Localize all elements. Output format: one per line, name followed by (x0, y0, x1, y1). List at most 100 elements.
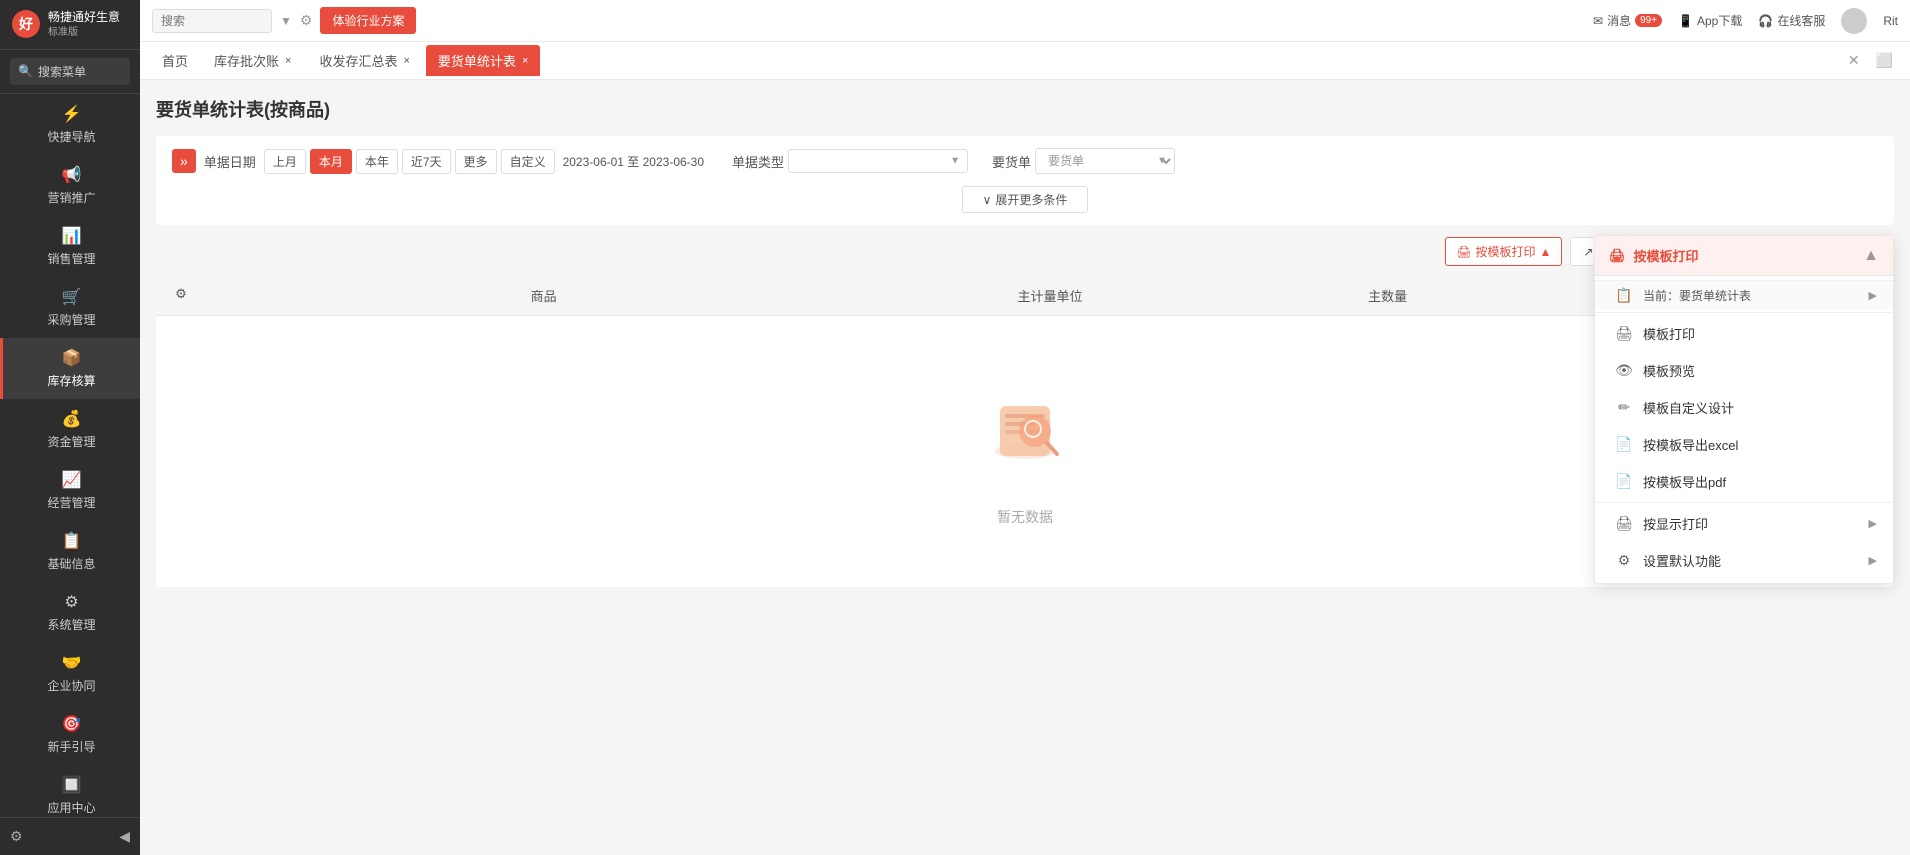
close-window-button[interactable]: ✕ (1843, 50, 1865, 71)
expand-down-icon: ∨ (983, 193, 992, 207)
corp-icon: 🤝 (62, 653, 82, 673)
service-icon: 🎧 (1758, 14, 1773, 28)
date-filter-label: 单据日期 (204, 152, 256, 171)
sidebar-item-purchase[interactable]: 🛒 采购管理 (0, 277, 140, 338)
dropdown-divider-1 (1595, 312, 1893, 313)
template-print-left: 🖨 模板打印 (1615, 324, 1695, 343)
date-btn-this-year[interactable]: 本年 (356, 149, 398, 174)
logo-icon: 好 (12, 10, 40, 38)
yaohuodan-filter-area: 要货单 要货单 (992, 148, 1175, 174)
col-unit: 主计量单位 (881, 286, 1219, 305)
search-icon: 🔍 (18, 64, 33, 78)
sidebar-item-sales[interactable]: 📊 销售管理 (0, 216, 140, 277)
empty-illustration (975, 376, 1075, 476)
sidebar-item-appstore[interactable]: 🔲 应用中心 (0, 765, 140, 817)
topbar-right: ✉ 消息 99+ 📱 App下载 🎧 在线客服 Rit (1593, 8, 1898, 34)
current-label-text: 当前：要货单统计表 (1643, 287, 1751, 304)
app-download-icon: 📱 (1678, 14, 1693, 28)
yaohuodan-select-wrapper: 要货单 (1035, 148, 1175, 174)
app-version: 标准版 (48, 26, 120, 39)
trial-industry-button[interactable]: 体验行业方案 (320, 7, 416, 34)
print-dropdown-title-area: 🖨 按模板打印 (1609, 246, 1699, 265)
quick-nav-icon: ⚡ (62, 104, 82, 124)
dropdown-template-print[interactable]: 🖨 模板打印 (1595, 315, 1893, 352)
date-btn-7days[interactable]: 近7天 (402, 149, 451, 174)
dropdown-template-export-pdf[interactable]: 📄 按模板导出pdf (1595, 463, 1893, 500)
sidebar: 好 畅捷通好生意 标准版 🔍 搜索菜单 ⚡ 快捷导航 📢 营销推广 📊 销售管理… (0, 0, 140, 855)
app-name: 畅捷通好生意 (48, 10, 120, 26)
topbar: ▼ ⚙ 体验行业方案 ✉ 消息 99+ 📱 App下载 🎧 在线客服 Rit (140, 0, 1910, 42)
sidebar-item-inventory[interactable]: 📦 库存核算 (0, 338, 140, 399)
tab-receipt-summary-label: 收发存汇总表 (319, 51, 397, 70)
template-print-icon: 🖨 (1615, 325, 1633, 342)
col-settings[interactable]: ⚙ (156, 286, 206, 305)
type-filter-select[interactable] (788, 149, 968, 173)
sidebar-item-operation[interactable]: 📈 经营管理 (0, 460, 140, 521)
search-menu-label: 搜索菜单 (38, 63, 86, 80)
topbar-dropdown-arrow[interactable]: ▼ (280, 14, 292, 28)
topbar-gear-icon[interactable]: ⚙ (300, 12, 313, 29)
online-service-button[interactable]: 🎧 在线客服 (1758, 12, 1825, 29)
tab-receipt-summary[interactable]: 收发存汇总表 × (307, 45, 421, 76)
expand-more-conditions-button[interactable]: ∨ 展开更多条件 (962, 186, 1089, 213)
sidebar-item-finance[interactable]: 💰 资金管理 (0, 399, 140, 460)
sidebar-item-label: 销售管理 (47, 250, 95, 267)
template-preview-icon: 👁 (1615, 362, 1633, 379)
user-avatar[interactable] (1841, 8, 1867, 34)
current-item-arrow: ▶ (1869, 289, 1877, 302)
date-btn-custom[interactable]: 自定义 (501, 149, 555, 174)
sidebar-item-basic[interactable]: 📋 基础信息 (0, 521, 140, 582)
yaohuodan-filter-select[interactable]: 要货单 (1035, 148, 1175, 174)
template-pdf-icon: 📄 (1615, 473, 1633, 490)
dropdown-template-design[interactable]: ✏ 模板自定义设计 (1595, 389, 1893, 426)
set-default-left: ⚙ 设置默认功能 (1615, 551, 1721, 570)
sidebar-item-marketing[interactable]: 📢 营销推广 (0, 155, 140, 216)
date-filter-buttons: 上月 本月 本年 近7天 更多 自定义 (264, 149, 555, 174)
collapse-sidebar-button[interactable]: ◀ (119, 828, 130, 845)
sidebar-footer: ⚙ ◀ (0, 817, 140, 855)
col-goods: 商品 (206, 286, 881, 305)
template-excel-left: 📄 按模板导出excel (1615, 435, 1738, 454)
expand-more-label: 展开更多条件 (995, 191, 1067, 208)
sidebar-item-quick-nav[interactable]: ⚡ 快捷导航 (0, 94, 140, 155)
maximize-window-button[interactable]: ⬜ (1871, 50, 1898, 71)
sidebar-item-label: 企业协同 (47, 677, 95, 694)
tab-order-stats[interactable]: 要货单统计表 × (426, 45, 540, 76)
tab-close-order-stats[interactable]: × (522, 55, 528, 67)
sidebar-item-label: 资金管理 (47, 433, 95, 450)
tab-home[interactable]: 首页 (152, 45, 198, 76)
sidebar-item-label: 库存核算 (47, 372, 95, 389)
print-template-button[interactable]: 🖨 按模板打印 ▲ (1445, 237, 1562, 266)
date-btn-this-month[interactable]: 本月 (310, 149, 352, 174)
operation-icon: 📈 (62, 470, 82, 490)
filter-expand-button[interactable]: » (172, 149, 196, 173)
topbar-search-input[interactable] (152, 9, 272, 33)
app-download-button[interactable]: 📱 App下载 (1678, 12, 1742, 29)
dropdown-current-item[interactable]: 📋 当前：要货单统计表 ▶ (1595, 280, 1893, 310)
settings-footer-button[interactable]: ⚙ (10, 828, 23, 845)
message-button[interactable]: ✉ 消息 99+ (1593, 12, 1662, 29)
dropdown-current-left: 📋 当前：要货单统计表 (1615, 287, 1751, 304)
col-qty: 主数量 (1219, 286, 1557, 305)
date-btn-last-month[interactable]: 上月 (264, 149, 306, 174)
service-label: 在线客服 (1777, 12, 1825, 29)
tab-close-receipt-summary[interactable]: × (403, 55, 409, 67)
finance-icon: 💰 (62, 409, 82, 429)
dropdown-template-export-excel[interactable]: 📄 按模板导出excel (1595, 426, 1893, 463)
set-default-label: 设置默认功能 (1643, 551, 1721, 570)
dropdown-template-preview[interactable]: 👁 模板预览 (1595, 352, 1893, 389)
sidebar-item-system[interactable]: ⚙ 系统管理 (0, 582, 140, 643)
type-select-wrapper (788, 149, 968, 173)
dropdown-display-print[interactable]: 🖨 按显示打印 ▶ (1595, 505, 1893, 542)
search-menu-button[interactable]: 🔍 搜索菜单 (10, 58, 130, 85)
sidebar-item-label: 经营管理 (47, 494, 95, 511)
sidebar-item-corp[interactable]: 🤝 企业协同 (0, 643, 140, 704)
tab-inventory-batch[interactable]: 库存批次账 × (202, 45, 303, 76)
date-btn-more[interactable]: 更多 (455, 149, 497, 174)
dropdown-set-default[interactable]: ⚙ 设置默认功能 ▶ (1595, 542, 1893, 579)
print-dropdown-close-button[interactable]: ▲ (1863, 247, 1879, 265)
template-excel-label: 按模板导出excel (1643, 435, 1738, 454)
tab-close-inventory-batch[interactable]: × (285, 55, 291, 67)
sidebar-item-label: 应用中心 (47, 799, 95, 816)
sidebar-item-newbie[interactable]: 🎯 新手引导 (0, 704, 140, 765)
